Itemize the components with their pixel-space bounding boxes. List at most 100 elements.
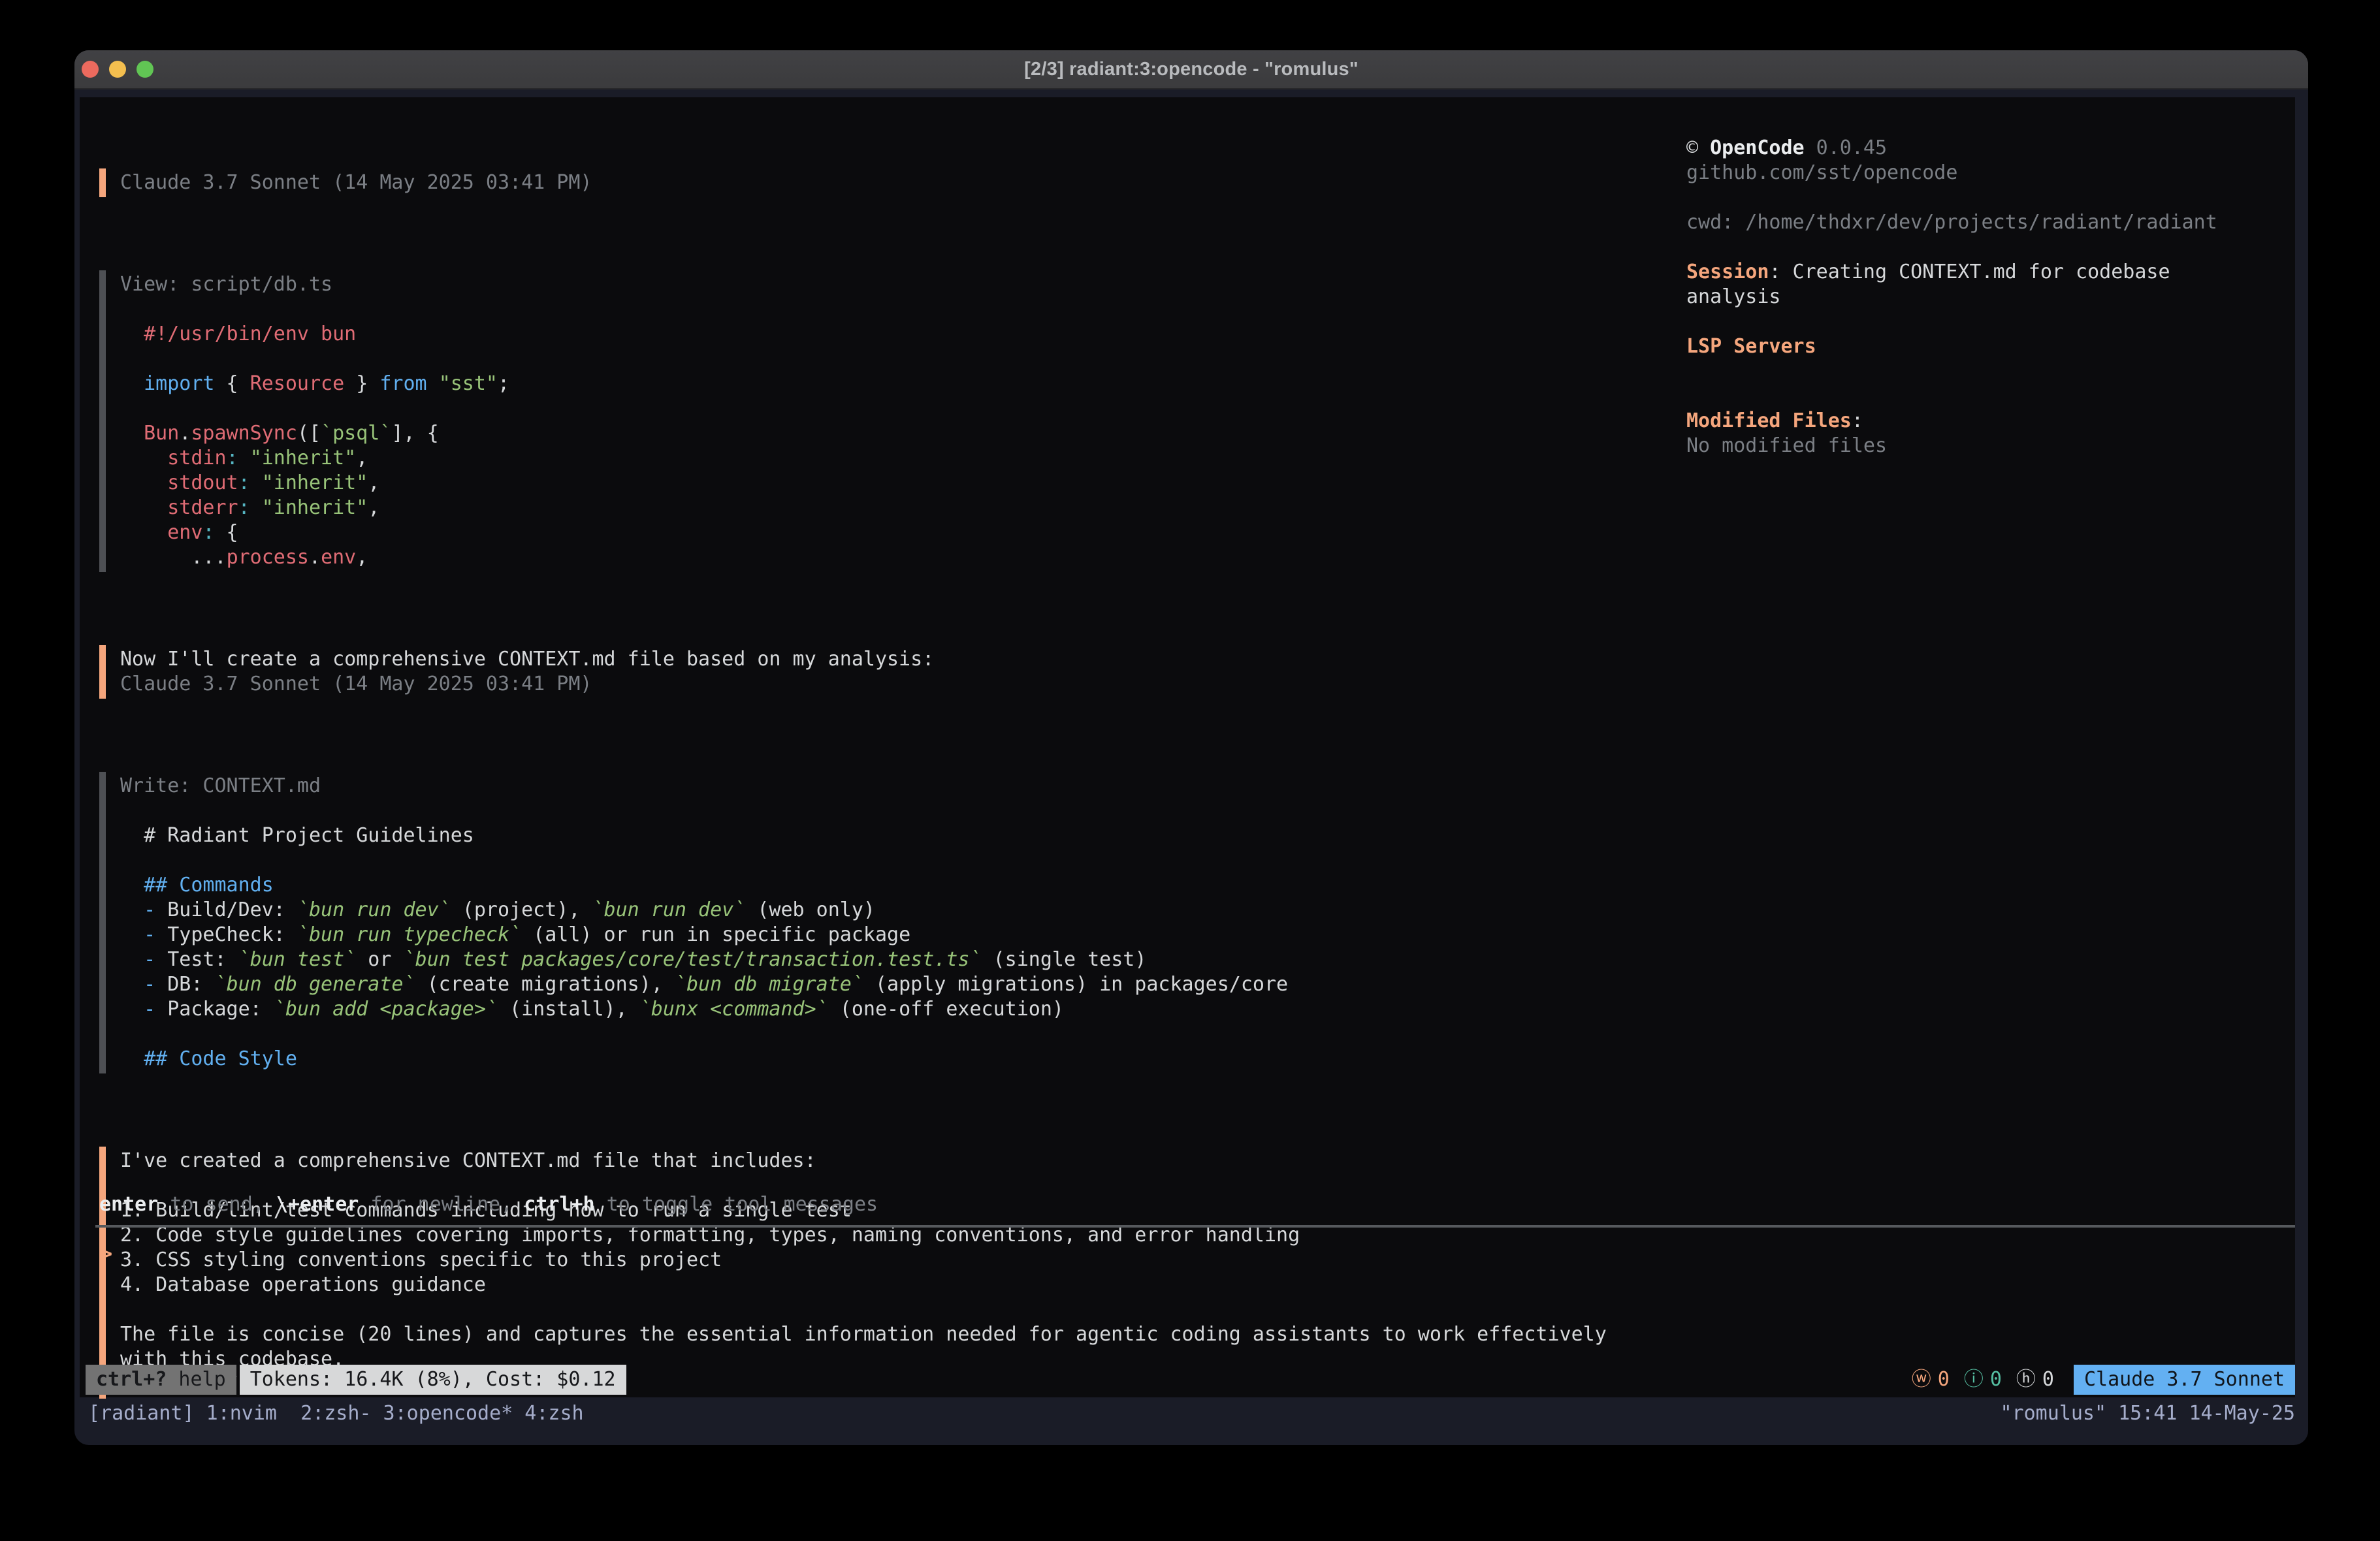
text-segment: Bun <box>120 422 179 445</box>
terminal-line: - TypeCheck: `bun run typecheck` (all) o… <box>120 923 1607 947</box>
terminal-line: Now I'll create a comprehensive CONTEXT.… <box>120 647 1607 672</box>
minimize-window-button[interactable] <box>109 61 126 78</box>
tmux-session-name: [radiant] <box>88 1402 206 1425</box>
info-indicator: ⓘ0 <box>1964 1367 2002 1392</box>
text-segment: Claude 3.7 Sonnet (14 May 2025 03:41 PM) <box>120 171 592 194</box>
terminal-line: Modified Files: <box>1686 409 2217 434</box>
terminal-window: [2/3] radiant:3:opencode - "romulus" Cla… <box>74 50 2308 1445</box>
text-segment: Write: CONTEXT.md <box>120 774 321 797</box>
tmux-window-2[interactable]: 2:zsh- <box>289 1402 371 1425</box>
help-button[interactable]: ctrl+? help <box>86 1365 236 1395</box>
text-segment: - <box>120 948 167 971</box>
terminal-line: env: { <box>120 520 1607 545</box>
text-segment: (all) or run in specific package <box>521 923 910 946</box>
hints-indicator: ⓗ0 <box>2016 1367 2054 1392</box>
status-bar-right: ⓦ0 ⓘ0 ⓗ0 Claude 3.7 Sonnet <box>1912 1365 2295 1395</box>
text-segment: - <box>120 998 167 1021</box>
zoom-window-button[interactable] <box>137 61 153 78</box>
text-segment: `bun db migrate` <box>675 973 863 996</box>
terminal-line <box>120 396 1607 421</box>
text-segment: Session <box>1686 261 1769 283</box>
text-segment: import <box>120 372 215 395</box>
assistant-message-intro: Now I'll create a comprehensive CONTEXT.… <box>99 645 1607 699</box>
text-segment: Modified Files <box>1686 409 1852 432</box>
terminal-line: Write: CONTEXT.md <box>120 774 1607 799</box>
text-segment: { <box>215 372 250 395</box>
terminal-line: © OpenCode 0.0.45 <box>1686 136 2217 161</box>
terminal-line: # Radiant Project Guidelines <box>120 823 1607 848</box>
tmux-window-4[interactable]: 4:zsh <box>513 1402 583 1425</box>
terminal-line: github.com/sst/opencode <box>1686 161 2217 185</box>
text-segment: for newline, <box>359 1193 524 1216</box>
text-segment: ## Code Style <box>120 1047 297 1070</box>
text-segment: © <box>1686 136 1710 159</box>
message-input[interactable]: > <box>80 1228 2295 1358</box>
info-icon: ⓘ <box>1964 1367 1984 1392</box>
text-segment <box>250 471 262 494</box>
text-segment: . <box>179 422 191 445</box>
text-segment: (web only) <box>745 898 875 921</box>
text-segment: 0.0.45 <box>1805 136 1887 159</box>
text-segment: (single test) <box>982 948 1147 971</box>
text-segment: ; <box>498 372 509 395</box>
text-segment: : <box>202 521 214 544</box>
terminal-line: View: script/db.ts <box>120 272 1607 297</box>
terminal-line <box>120 799 1607 823</box>
text-segment: #!/usr/bin/env bun <box>120 323 356 345</box>
tool-output-view-db-ts: View: script/db.ts #!/usr/bin/env bun im… <box>99 270 1607 572</box>
terminal-line: stdin: "inherit", <box>120 446 1607 471</box>
info-count: 0 <box>1990 1367 2002 1392</box>
text-segment: , <box>368 496 379 519</box>
diagnostics-indicators: ⓦ0 ⓘ0 ⓗ0 <box>1912 1367 2054 1392</box>
terminal-line: Session: Creating CONTEXT.md for codebas… <box>1686 260 2217 285</box>
close-window-button[interactable] <box>82 61 99 78</box>
desktop: [2/3] radiant:3:opencode - "romulus" Cla… <box>0 0 2380 1541</box>
warning-icon: ⓦ <box>1912 1367 1931 1392</box>
text-segment: (project), <box>451 898 592 921</box>
text-segment: process <box>227 546 309 569</box>
text-segment: `bun add <package>` <box>274 998 498 1021</box>
assistant-turn-meta: Claude 3.7 Sonnet (14 May 2025 03:41 PM) <box>99 168 1607 197</box>
terminal-line <box>120 297 1607 322</box>
tmux-right-status: "romulus" 15:41 14-May-25 <box>2000 1401 2295 1426</box>
warnings-indicator: ⓦ0 <box>1912 1367 1950 1392</box>
terminal-line: ## Commands <box>120 873 1607 898</box>
text-segment: { <box>215 521 238 544</box>
text-segment: enter <box>99 1193 158 1216</box>
text-segment: ctrl+h <box>524 1193 594 1216</box>
terminal-line: #!/usr/bin/env bun <box>120 322 1607 347</box>
text-segment: Resource <box>250 372 345 395</box>
model-selector[interactable]: Claude 3.7 Sonnet <box>2074 1365 2295 1395</box>
text-segment: env <box>321 546 356 569</box>
text-segment: github.com/sst/opencode <box>1686 161 1957 184</box>
text-segment: "inherit" <box>250 447 357 469</box>
terminal-line <box>1686 359 2217 384</box>
text-segment: (install), <box>498 998 639 1021</box>
text-segment: "inherit" <box>262 496 368 519</box>
terminal-line: ## Code Style <box>120 1047 1607 1072</box>
tmux-window-1[interactable]: 1:nvim <box>206 1402 289 1425</box>
text-segment: Claude 3.7 Sonnet (14 May 2025 03:41 PM) <box>120 673 592 695</box>
text-segment: or <box>356 948 403 971</box>
text-segment: (one-off execution) <box>828 998 1064 1021</box>
terminal-line: I've created a comprehensive CONTEXT.md … <box>120 1149 1607 1173</box>
session-sidebar: © OpenCode 0.0.45github.com/sst/opencode… <box>1686 136 2217 458</box>
text-segment: ([ <box>297 422 321 445</box>
text-segment: Test: <box>167 948 238 971</box>
text-segment: `bun test packages/core/test/transaction… <box>404 948 982 971</box>
text-segment: No modified files <box>1686 434 1887 457</box>
text-segment: ## Commands <box>120 874 274 897</box>
text-segment <box>250 496 262 519</box>
window-titlebar: [2/3] radiant:3:opencode - "romulus" <box>74 50 2308 89</box>
terminal-line: analysis <box>1686 285 2217 310</box>
text-segment: `bunx <command>` <box>639 998 828 1021</box>
text-segment: stdout <box>120 471 238 494</box>
text-segment: : <box>238 496 250 519</box>
terminal-line: cwd: /home/thdxr/dev/projects/radiant/ra… <box>1686 210 2217 235</box>
terminal-line: - Package: `bun add <package>` (install)… <box>120 997 1607 1022</box>
terminal-line <box>1686 310 2217 334</box>
tmux-status-line: [radiant] 1:nvim 2:zsh- 3:opencode* 4:zs… <box>88 1399 2295 1428</box>
tmux-window-3[interactable]: 3:opencode* <box>372 1402 513 1425</box>
text-segment: cwd: /home/thdxr/dev/projects/radiant/ra… <box>1686 211 2217 234</box>
prompt-indicator: > <box>101 1242 112 1267</box>
